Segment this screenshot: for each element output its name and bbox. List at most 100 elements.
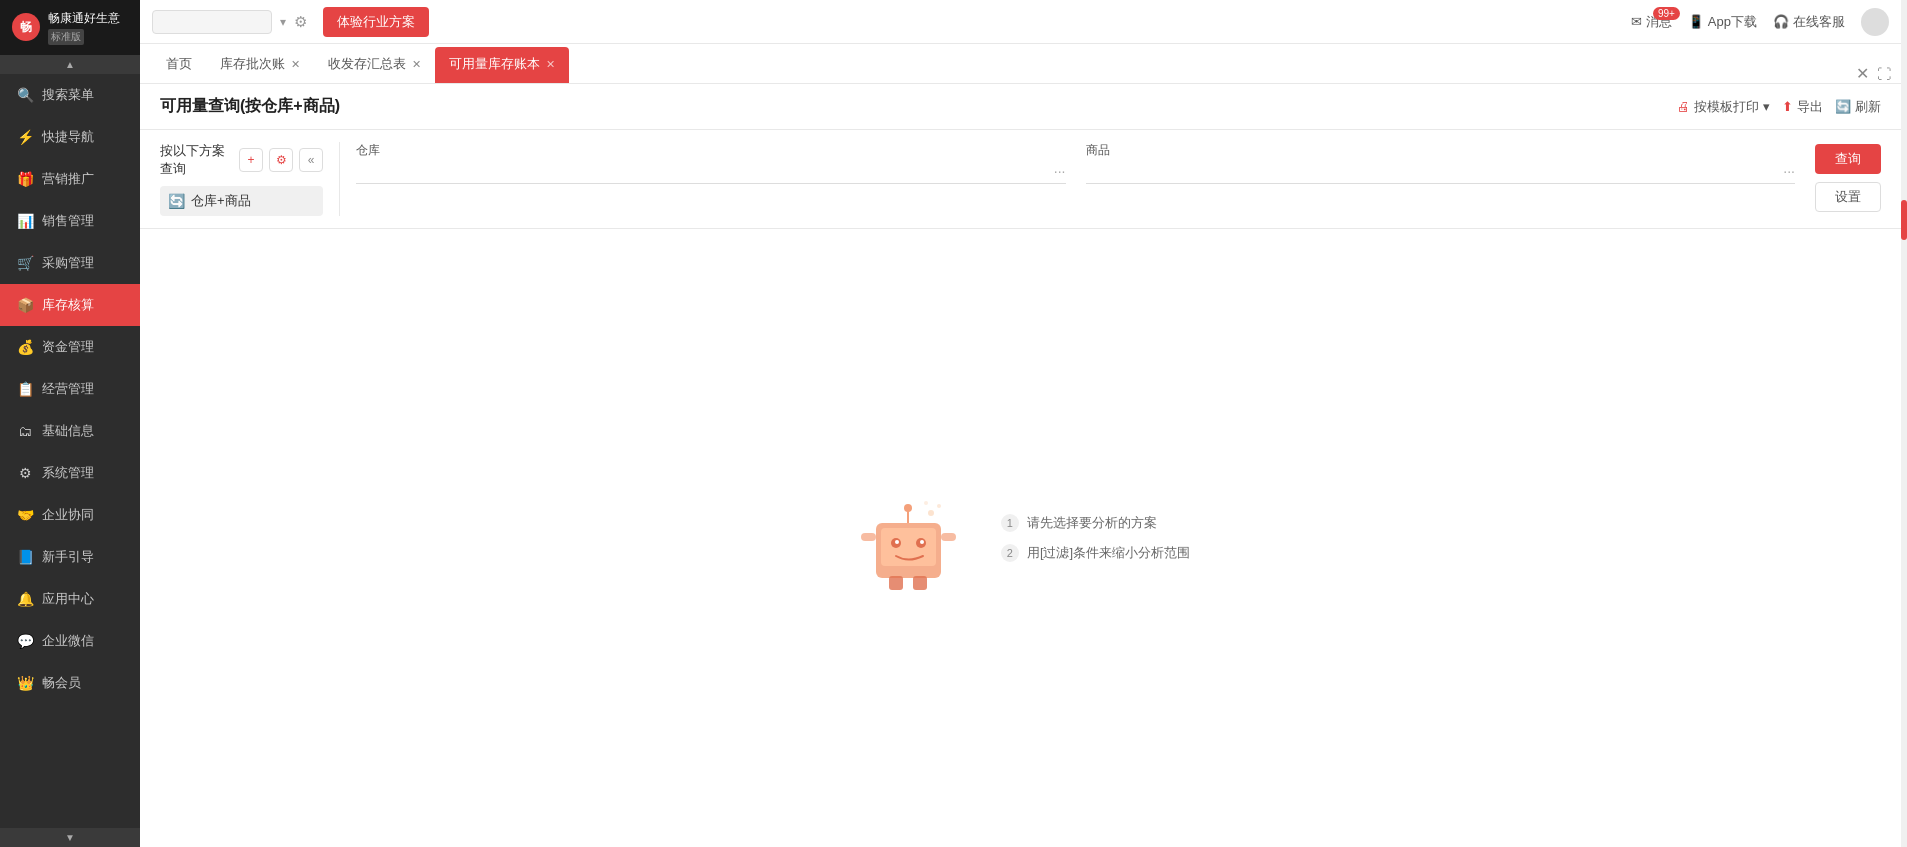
query-button[interactable]: 查询 — [1815, 144, 1881, 174]
tab-summary[interactable]: 收发存汇总表 ✕ — [314, 47, 435, 83]
tab-available-label: 可用量库存账本 — [449, 55, 540, 73]
page-title: 可用量查询(按仓库+商品) — [160, 96, 340, 117]
tab-home[interactable]: 首页 — [152, 47, 206, 83]
sidebar-item-enterprise[interactable]: 🤝 企业协同 — [0, 494, 140, 536]
sidebar-item-label: 企业微信 — [42, 632, 94, 650]
sidebar-item-label: 采购管理 — [42, 254, 94, 272]
settings-button[interactable]: 设置 — [1815, 182, 1881, 212]
empty-tip-1: 1 请先选择要分析的方案 — [1001, 514, 1190, 532]
svg-point-7 — [904, 504, 912, 512]
sidebar-item-system[interactable]: ⚙ 系统管理 — [0, 452, 140, 494]
product-field: 商品 ··· — [1086, 142, 1796, 184]
settings-scheme-button[interactable]: ⚙ — [269, 148, 293, 172]
content-area: 可用量查询(按仓库+商品) 🖨 按模板打印 ▾ ⬆ 导出 🔄 刷新 — [140, 84, 1901, 847]
warehouse-input-wrapper: ··· — [356, 163, 1066, 184]
sidebar-item-search[interactable]: 🔍 搜索菜单 — [0, 74, 140, 116]
sidebar-item-shortcut[interactable]: ⚡ 快捷导航 — [0, 116, 140, 158]
sidebar-item-sales[interactable]: 📊 销售管理 — [0, 200, 140, 242]
product-more-icon[interactable]: ··· — [1783, 163, 1795, 179]
tab-batch-label: 库存批次账 — [220, 55, 285, 73]
search-icon: 🔍 — [16, 86, 34, 104]
tab-available[interactable]: 可用量库存账本 ✕ — [435, 47, 569, 83]
phone-icon: 📱 — [1688, 14, 1704, 29]
sidebar-item-finance[interactable]: 💰 资金管理 — [0, 326, 140, 368]
sidebar-item-purchase[interactable]: 🛒 采购管理 — [0, 242, 140, 284]
sidebar-item-guide[interactable]: 📘 新手引导 — [0, 536, 140, 578]
print-chevron-icon: ▾ — [1763, 99, 1770, 114]
tab-summary-label: 收发存汇总表 — [328, 55, 406, 73]
refresh-label: 刷新 — [1855, 98, 1881, 116]
svg-point-14 — [924, 501, 928, 505]
message-icon: ✉ — [1631, 14, 1642, 29]
warehouse-label: 仓库 — [356, 142, 1066, 159]
page-header-actions: 🖨 按模板打印 ▾ ⬆ 导出 🔄 刷新 — [1677, 98, 1881, 116]
svg-rect-8 — [861, 533, 876, 541]
sidebar-item-label: 资金管理 — [42, 338, 94, 356]
warehouse-more-icon[interactable]: ··· — [1054, 163, 1066, 179]
right-scrollbar[interactable] — [1901, 0, 1907, 847]
product-input[interactable] — [1086, 164, 1780, 179]
sidebar-item-operation[interactable]: 📋 经营管理 — [0, 368, 140, 410]
gear-icon[interactable]: ⚙ — [294, 13, 307, 31]
collapse-button[interactable]: « — [299, 148, 323, 172]
filter-fields: 仓库 ··· 商品 ··· — [356, 142, 1795, 184]
sidebar-item-apps[interactable]: 🔔 应用中心 — [0, 578, 140, 620]
chevron-down-icon[interactable]: ▾ — [280, 15, 286, 29]
tabbar-expand-icon[interactable]: ⛶ — [1877, 66, 1891, 82]
add-scheme-button[interactable]: + — [239, 148, 263, 172]
tab-batch-close[interactable]: ✕ — [291, 58, 300, 71]
topbar-search-input[interactable] — [152, 10, 272, 34]
tip-num-2: 2 — [1001, 544, 1019, 562]
tab-home-label: 首页 — [166, 55, 192, 73]
sidebar-scroll-down[interactable]: ▼ — [0, 828, 140, 847]
scheme-label: 仓库+商品 — [191, 192, 251, 210]
tab-summary-close[interactable]: ✕ — [412, 58, 421, 71]
export-icon: ⬆ — [1782, 99, 1793, 114]
print-label: 按模板打印 — [1694, 98, 1759, 116]
warehouse-input[interactable] — [356, 164, 1050, 179]
topbar: ▾ ⚙ 体验行业方案 ✉ 消息 99+ 📱 App下载 🎧 在线客服 — [140, 0, 1901, 44]
tabbar: 首页 库存批次账 ✕ 收发存汇总表 ✕ 可用量库存账本 ✕ ✕ ⛶ — [140, 44, 1901, 84]
sales-icon: 📊 — [16, 212, 34, 230]
tip-text-2: 用[过滤]条件来缩小分析范围 — [1027, 544, 1190, 562]
sidebar-item-member[interactable]: 👑 畅会员 — [0, 662, 140, 704]
industry-btn[interactable]: 体验行业方案 — [323, 7, 429, 37]
online-service-button[interactable]: 🎧 在线客服 — [1773, 13, 1845, 31]
sidebar-scroll-up[interactable]: ▲ — [0, 55, 140, 74]
filter-title-text: 按以下方案查询 — [160, 142, 231, 178]
sidebar-item-label: 系统管理 — [42, 464, 94, 482]
enterprise-icon: 🤝 — [16, 506, 34, 524]
operation-icon: 📋 — [16, 380, 34, 398]
sidebar-item-label: 库存核算 — [42, 296, 94, 314]
sidebar-item-label: 企业协同 — [42, 506, 94, 524]
app-logo: 畅 — [12, 13, 40, 41]
sidebar-item-inventory[interactable]: 📦 库存核算 — [0, 284, 140, 326]
sidebar-item-label: 经营管理 — [42, 380, 94, 398]
print-button[interactable]: 🖨 按模板打印 ▾ — [1677, 98, 1770, 116]
member-icon: 👑 — [16, 674, 34, 692]
message-badge: 99+ — [1653, 7, 1680, 20]
svg-point-5 — [920, 540, 924, 544]
app-download-button[interactable]: 📱 App下载 — [1688, 13, 1757, 31]
filter-left: 按以下方案查询 + ⚙ « 🔄 仓库+商品 — [160, 142, 340, 216]
system-icon: ⚙ — [16, 464, 34, 482]
page-header: 可用量查询(按仓库+商品) 🖨 按模板打印 ▾ ⬆ 导出 🔄 刷新 — [140, 84, 1901, 130]
headset-icon: 🎧 — [1773, 14, 1789, 29]
refresh-button[interactable]: 🔄 刷新 — [1835, 98, 1881, 116]
sidebar-item-basic[interactable]: 🗂 基础信息 — [0, 410, 140, 452]
empty-illustration — [851, 478, 971, 598]
marketing-icon: 🎁 — [16, 170, 34, 188]
scrollbar-thumb[interactable] — [1901, 200, 1907, 240]
message-button[interactable]: ✉ 消息 99+ — [1631, 13, 1672, 31]
tabbar-close-icon[interactable]: ✕ — [1856, 64, 1869, 83]
filter-scheme-item[interactable]: 🔄 仓库+商品 — [160, 186, 323, 216]
tab-batch[interactable]: 库存批次账 ✕ — [206, 47, 314, 83]
user-avatar[interactable] — [1861, 8, 1889, 36]
sidebar-item-wechat[interactable]: 💬 企业微信 — [0, 620, 140, 662]
filter-title: 按以下方案查询 + ⚙ « — [160, 142, 323, 178]
svg-rect-11 — [913, 576, 927, 590]
refresh-icon: 🔄 — [1835, 99, 1851, 114]
export-button[interactable]: ⬆ 导出 — [1782, 98, 1823, 116]
tab-available-close[interactable]: ✕ — [546, 58, 555, 71]
sidebar-item-marketing[interactable]: 🎁 营销推广 — [0, 158, 140, 200]
